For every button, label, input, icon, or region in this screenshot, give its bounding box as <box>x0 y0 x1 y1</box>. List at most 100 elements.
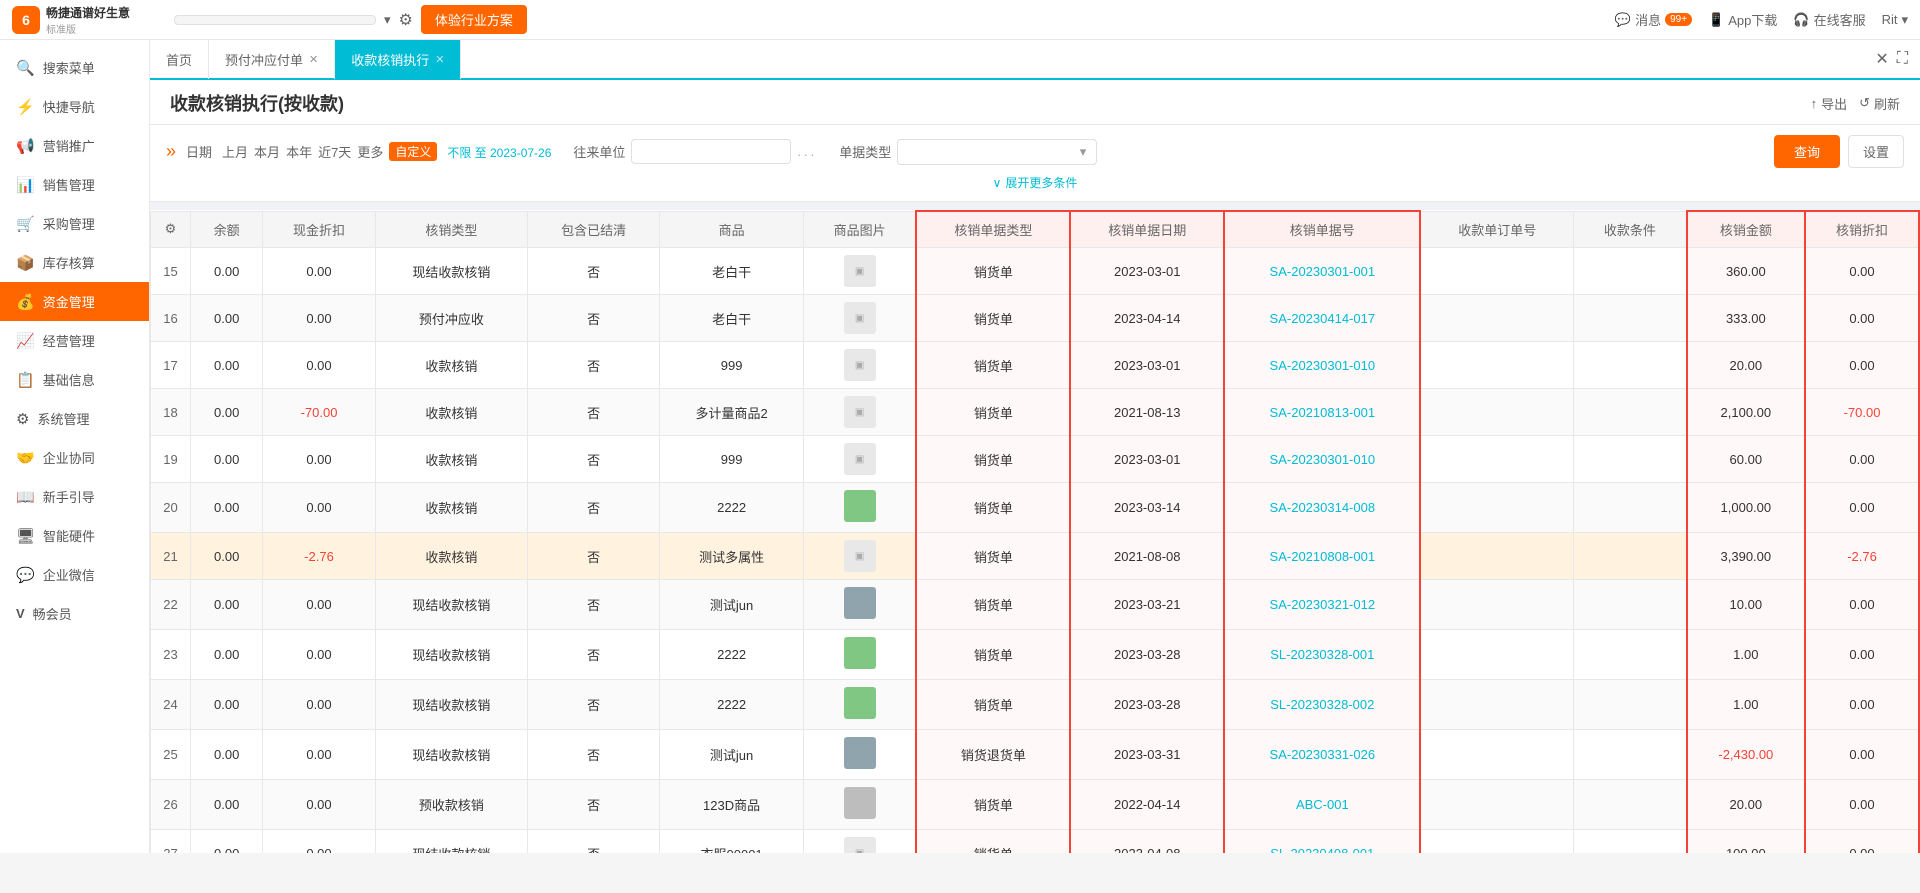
logo-area: 6 畅捷通谱好生意 标准版 <box>12 4 162 36</box>
date-custom-btn[interactable]: 自定义 <box>389 142 437 161</box>
sidebar-item-marketing[interactable]: 📢 营销推广 <box>0 126 149 165</box>
row-cash-discount: 0.00 <box>263 730 375 780</box>
export-btn[interactable]: ↑ 导出 <box>1811 94 1848 113</box>
voucher-no-link[interactable]: ABC-001 <box>1296 797 1349 812</box>
row-voucher-type: 销货单 <box>916 248 1070 295</box>
sidebar-item-purchase[interactable]: 🛒 采购管理 <box>0 204 149 243</box>
gear-icon-btn[interactable]: ⚙ <box>399 10 413 30</box>
sidebar-item-system[interactable]: ⚙ 系统管理 <box>0 399 149 438</box>
tab-prepay[interactable]: 预付冲应付单 ✕ <box>209 40 335 79</box>
row-voucher-no[interactable]: SA-20230301-001 <box>1224 248 1420 295</box>
row-verify-type: 收款核销 <box>375 436 527 483</box>
sidebar-item-member[interactable]: V 畅会员 <box>0 594 149 633</box>
sidebar-item-sales[interactable]: 📊 销售管理 <box>0 165 149 204</box>
tab-close-btn[interactable]: ✕ <box>1875 49 1888 69</box>
tab-bar: 首页 预付冲应付单 ✕ 收款核销执行 ✕ ✕ ⛶ <box>150 40 1920 80</box>
expand-btn[interactable]: ∨ 展开更多条件 <box>993 174 1078 191</box>
row-verify-amount: 333.00 <box>1687 295 1805 342</box>
row-voucher-no[interactable]: SA-20210813-001 <box>1224 389 1420 436</box>
tab-verify[interactable]: 收款核销执行 ✕ <box>335 40 461 79</box>
app-download-item[interactable]: 📱 App下载 <box>1708 10 1777 29</box>
row-voucher-no[interactable]: SA-20230331-026 <box>1224 730 1420 780</box>
dropdown-btn[interactable]: ▾ <box>384 12 391 28</box>
from-unit-input[interactable] <box>631 139 791 164</box>
voucher-no-link[interactable]: SA-20230301-010 <box>1270 452 1376 467</box>
row-cash-discount: 0.00 <box>263 830 375 854</box>
tab-verify-close[interactable]: ✕ <box>435 53 444 66</box>
voucher-no-link[interactable]: SA-20230321-012 <box>1270 597 1376 612</box>
row-balance: 0.00 <box>191 483 263 533</box>
refresh-btn[interactable]: ↺ 刷新 <box>1859 94 1900 113</box>
row-voucher-no[interactable]: SL-20230408-001 <box>1224 830 1420 854</box>
col-balance-header: 余额 <box>191 211 263 248</box>
date-filter-label: 日期 <box>186 142 212 161</box>
voucher-no-link[interactable]: SA-20210813-001 <box>1270 405 1376 420</box>
row-voucher-no[interactable]: SL-20230328-002 <box>1224 680 1420 730</box>
user-name-item[interactable]: Rit ▾ <box>1882 12 1908 28</box>
row-voucher-no[interactable]: SA-20230321-012 <box>1224 580 1420 630</box>
voucher-no-link[interactable]: SL-20230408-001 <box>1270 846 1374 854</box>
row-verify-type: 现结收款核销 <box>375 580 527 630</box>
tab-expand-btn[interactable]: ⛶ <box>1897 50 1908 68</box>
row-voucher-type: 销货单 <box>916 680 1070 730</box>
row-voucher-no[interactable]: SA-20230301-010 <box>1224 436 1420 483</box>
sidebar-item-enterprise[interactable]: 🤝 企业协同 <box>0 438 149 477</box>
tab-prepay-close[interactable]: ✕ <box>309 53 318 66</box>
notification-item[interactable]: 💬 消息 99+ <box>1615 10 1692 29</box>
voucher-no-link[interactable]: SL-20230328-002 <box>1270 697 1374 712</box>
voucher-no-link[interactable]: SA-20230301-001 <box>1270 264 1376 279</box>
row-included-settled: 否 <box>528 680 660 730</box>
voucher-no-link[interactable]: SA-20230414-017 <box>1270 311 1376 326</box>
online-service-item[interactable]: 🎧 在线客服 <box>1793 10 1865 29</box>
voucher-type-select[interactable]: ▾ <box>897 139 1097 165</box>
date-opt-this-year[interactable]: 本年 <box>286 142 312 161</box>
solution-btn[interactable]: 体验行业方案 <box>421 5 527 34</box>
table-scroll[interactable]: ⚙ 余额 现金折扣 核销类型 包含已结清 商品 商品图片 核销单据类型 核销单据… <box>150 210 1920 853</box>
collapse-arrow[interactable]: » <box>166 141 176 162</box>
row-receipt-condition <box>1574 730 1687 780</box>
row-voucher-no[interactable]: SA-20230301-010 <box>1224 342 1420 389</box>
filter-action-btns: 查询 设置 <box>1774 135 1904 168</box>
voucher-no-link[interactable]: SL-20230328-001 <box>1270 647 1374 662</box>
voucher-no-link[interactable]: SA-20230314-008 <box>1270 500 1376 515</box>
query-btn[interactable]: 查询 <box>1774 135 1840 168</box>
row-verify-discount: 0.00 <box>1805 342 1919 389</box>
sidebar-item-management[interactable]: 📈 经营管理 <box>0 321 149 360</box>
row-voucher-no[interactable]: SA-20210808-001 <box>1224 533 1420 580</box>
date-opt-last-month[interactable]: 上月 <box>222 142 248 161</box>
sidebar-item-nav[interactable]: ⚡ 快捷导航 <box>0 87 149 126</box>
voucher-no-link[interactable]: SA-20230301-010 <box>1270 358 1376 373</box>
row-verify-amount: 20.00 <box>1687 780 1805 830</box>
sidebar-item-wechat[interactable]: 💬 企业微信 <box>0 555 149 594</box>
date-opt-this-month[interactable]: 本月 <box>254 142 280 161</box>
tab-home[interactable]: 首页 <box>150 40 209 79</box>
notification-badge: 99+ <box>1665 13 1692 26</box>
voucher-no-link[interactable]: SA-20210808-001 <box>1270 549 1376 564</box>
setting-btn[interactable]: 设置 <box>1848 135 1904 168</box>
sidebar-item-finance[interactable]: 💰 资金管理 <box>0 282 149 321</box>
row-receipt-condition <box>1574 680 1687 730</box>
top-search-bar[interactable] <box>174 15 376 25</box>
row-goods-img <box>803 730 916 780</box>
row-voucher-no[interactable]: SA-20230414-017 <box>1224 295 1420 342</box>
date-opt-more[interactable]: 更多 <box>357 142 383 161</box>
row-voucher-no[interactable]: ABC-001 <box>1224 780 1420 830</box>
top-right: 💬 消息 99+ 📱 App下载 🎧 在线客服 Rit ▾ <box>1615 10 1908 29</box>
date-opt-7days[interactable]: 近7天 <box>318 142 351 161</box>
voucher-no-link[interactable]: SA-20230331-026 <box>1270 747 1376 762</box>
row-verify-discount: 0.00 <box>1805 483 1919 533</box>
sidebar-item-search[interactable]: 🔍 搜索菜单 <box>0 48 149 87</box>
sidebar-item-inventory[interactable]: 📦 库存核算 <box>0 243 149 282</box>
col-goods-img-header: 商品图片 <box>803 211 916 248</box>
row-voucher-date: 2022-04-14 <box>1070 780 1224 830</box>
purchase-icon: 🛒 <box>16 215 35 233</box>
goods-img <box>844 490 876 522</box>
expand-label: 展开更多条件 <box>1005 174 1077 191</box>
col-gear-header[interactable]: ⚙ <box>151 211 191 248</box>
row-voucher-no[interactable]: SL-20230328-001 <box>1224 630 1420 680</box>
nav-icon: ⚡ <box>16 98 35 116</box>
sidebar-item-basic[interactable]: 📋 基础信息 <box>0 360 149 399</box>
sidebar-item-guide[interactable]: 📖 新手引导 <box>0 477 149 516</box>
row-voucher-no[interactable]: SA-20230314-008 <box>1224 483 1420 533</box>
sidebar-item-hardware[interactable]: 🖥 智能硬件 <box>0 516 149 555</box>
